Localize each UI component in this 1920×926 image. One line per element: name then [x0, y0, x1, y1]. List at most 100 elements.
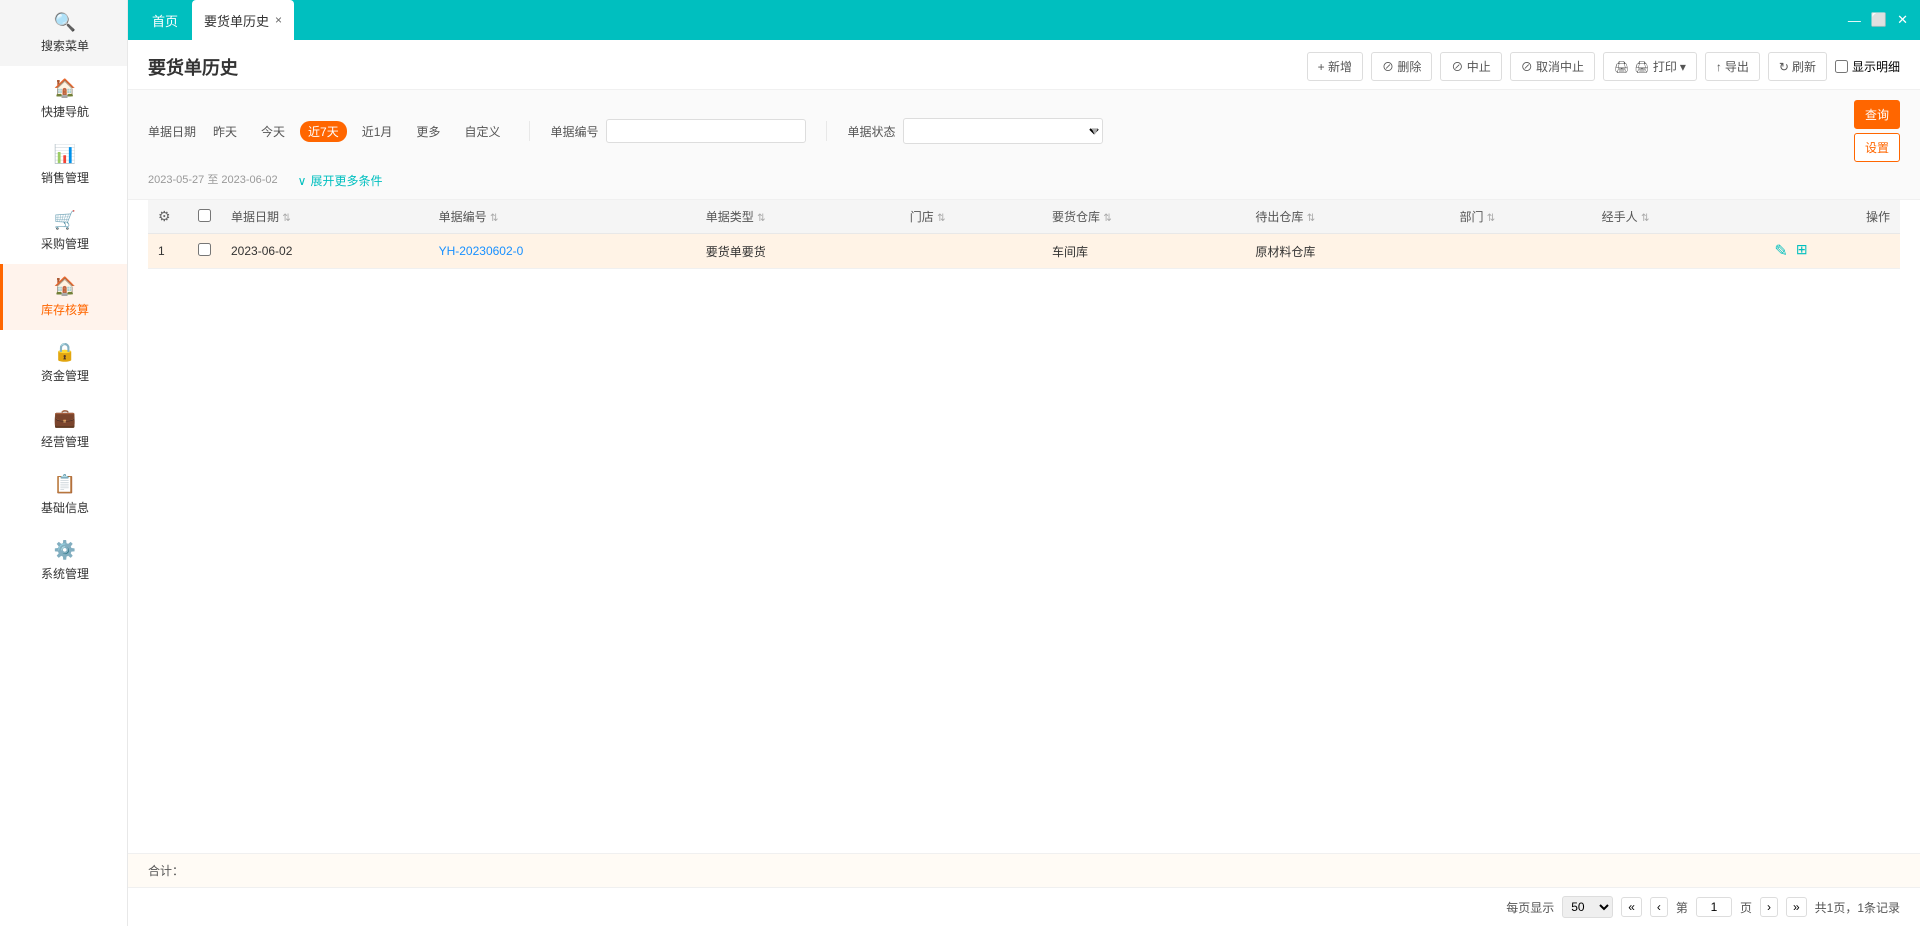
- refresh-label: 刷新: [1792, 58, 1816, 75]
- row-type: 要货单要货: [696, 234, 900, 269]
- col-handler-header[interactable]: 经手人 ⇅: [1592, 200, 1765, 234]
- col-date-sort-icon: ⇅: [282, 213, 290, 224]
- home-icon: 🏠: [54, 78, 76, 99]
- action-icons-group: ✎ ⊞: [1774, 241, 1890, 261]
- sidebar-item-label: 经营管理: [41, 433, 89, 450]
- row-number[interactable]: YH-20230602-0: [429, 234, 696, 269]
- col-type-header[interactable]: 单据类型 ⇅: [696, 200, 900, 234]
- table-header-row: ⚙ 单据日期 ⇅ 单据编号 ⇅: [148, 200, 1900, 234]
- col-pending-warehouse-sort-icon: ⇅: [1307, 213, 1315, 224]
- expand-more-label: 展开更多条件: [310, 172, 382, 189]
- row-department: [1449, 234, 1591, 269]
- sidebar-item-label: 快捷导航: [41, 103, 89, 120]
- filter-area: 单据日期 昨天 今天 近7天 近1月 更多 自定义 单据编号: [128, 90, 1920, 200]
- search-menu-icon: 🔍: [54, 12, 76, 33]
- refresh-button[interactable]: ↻ 刷新: [1768, 52, 1827, 81]
- col-date-label: 单据日期: [231, 210, 279, 224]
- sidebar-item-label: 系统管理: [41, 565, 89, 582]
- window-maximize-icon[interactable]: ⬜: [1871, 12, 1887, 28]
- stop-button[interactable]: ⊘ 中止: [1440, 52, 1501, 81]
- delete-button[interactable]: ⊘ 删除: [1371, 52, 1432, 81]
- date-yesterday-btn[interactable]: 昨天: [204, 120, 246, 143]
- sidebar-item-sales[interactable]: 📊 销售管理: [0, 132, 127, 198]
- date-quick-buttons: 昨天 今天 近7天 近1月 更多 自定义: [204, 120, 509, 143]
- footer-total: 合计：: [128, 853, 1920, 887]
- col-settings-icon[interactable]: ⚙: [158, 208, 171, 224]
- window-close-icon[interactable]: ✕: [1897, 12, 1908, 28]
- row-checkbox-cell[interactable]: [188, 234, 221, 269]
- next-page-button[interactable]: ›: [1760, 897, 1778, 917]
- col-settings-header[interactable]: ⚙: [148, 200, 188, 234]
- doc-number-input[interactable]: [606, 119, 806, 143]
- settings-button[interactable]: 设置: [1854, 133, 1900, 162]
- page-label: 第: [1676, 899, 1688, 916]
- export-button[interactable]: ↑ 导出: [1705, 52, 1760, 81]
- sidebar-item-system[interactable]: ⚙️ 系统管理: [0, 528, 127, 594]
- display-detail-checkbox[interactable]: [1835, 60, 1848, 73]
- date-more-btn[interactable]: 更多: [407, 120, 449, 143]
- refresh-icon: ↻: [1779, 60, 1789, 74]
- date-today-btn[interactable]: 今天: [252, 120, 294, 143]
- sidebar-item-search-menu[interactable]: 🔍 搜索菜单: [0, 0, 127, 66]
- topbar-window-controls: — ⬜ ✕: [1848, 12, 1908, 28]
- sidebar-item-quick-nav[interactable]: 🏠 快捷导航: [0, 66, 127, 132]
- col-req-warehouse-label: 要货仓库: [1052, 210, 1100, 224]
- inventory-icon: 🏠: [54, 276, 76, 297]
- row-req-warehouse: 车间库: [1042, 234, 1245, 269]
- page-size-select[interactable]: 10 20 50 100: [1562, 896, 1613, 918]
- col-date-header[interactable]: 单据日期 ⇅: [221, 200, 429, 234]
- row-number-link[interactable]: YH-20230602-0: [439, 244, 524, 258]
- tab-requisition-history[interactable]: 要货单历史 ×: [192, 0, 294, 40]
- col-store-label: 门店: [910, 210, 934, 224]
- table-row: 1 2023-06-02 YH-20230602-0 要货单要货 车间库 原材料…: [148, 234, 1900, 269]
- tab-home-label: 首页: [152, 11, 178, 30]
- doc-status-select[interactable]: [903, 118, 1103, 144]
- print-dropdown-icon: ▾: [1680, 60, 1686, 74]
- sidebar-item-finance[interactable]: 🔒 资金管理: [0, 330, 127, 396]
- doc-status-filter-group: 单据状态 ▾: [847, 118, 1098, 144]
- col-pending-warehouse-header[interactable]: 待出仓库 ⇅: [1245, 200, 1449, 234]
- content-area: 要货单历史 + 新增 ⊘ 删除 ⊘ 中止 ⊘ 取消中止 🖨 🖨 打印 ▾ ↑ 导…: [128, 40, 1920, 926]
- sidebar-item-operations[interactable]: 💼 经营管理: [0, 396, 127, 462]
- col-store-header[interactable]: 门店 ⇅: [900, 200, 1042, 234]
- row-num: 1: [148, 234, 188, 269]
- expand-more-btn[interactable]: ∨ 展开更多条件: [298, 172, 383, 189]
- col-action-label: 操作: [1866, 210, 1890, 224]
- select-all-checkbox[interactable]: [198, 209, 211, 222]
- query-button[interactable]: 查询: [1854, 100, 1900, 129]
- purchase-icon: 🛒: [54, 210, 76, 231]
- doc-status-filter-label: 单据状态: [847, 123, 895, 140]
- main-area: 首页 要货单历史 × — ⬜ ✕ 要货单历史 + 新增 ⊘ 删除 ⊘ 中止 ⊘ …: [128, 0, 1920, 926]
- sales-icon: 📊: [54, 144, 76, 165]
- window-minimize-icon[interactable]: —: [1848, 13, 1861, 28]
- page-number-input[interactable]: [1696, 897, 1732, 917]
- first-page-button[interactable]: «: [1621, 897, 1642, 917]
- print-button[interactable]: 🖨 🖨 打印 ▾: [1603, 52, 1697, 81]
- last-page-button[interactable]: »: [1786, 897, 1807, 917]
- col-req-warehouse-sort-icon: ⇅: [1103, 213, 1111, 224]
- col-number-header[interactable]: 单据编号 ⇅: [429, 200, 696, 234]
- col-checkbox-header[interactable]: [188, 200, 221, 234]
- row-edit-icon[interactable]: ✎: [1774, 241, 1787, 261]
- col-type-sort-icon: ⇅: [757, 213, 765, 224]
- sidebar-item-purchase[interactable]: 🛒 采购管理: [0, 198, 127, 264]
- add-button[interactable]: + 新增: [1307, 52, 1363, 81]
- row-delete-icon[interactable]: ⊞: [1796, 241, 1808, 261]
- cancel-stop-button[interactable]: ⊘ 取消中止: [1510, 52, 1595, 81]
- page-suffix: 页: [1740, 899, 1752, 916]
- date-last-month-btn[interactable]: 近1月: [353, 120, 402, 143]
- basic-info-icon: 📋: [54, 474, 76, 495]
- col-req-warehouse-header[interactable]: 要货仓库 ⇅: [1042, 200, 1245, 234]
- display-detail-checkbox-label[interactable]: 显示明细: [1835, 58, 1900, 75]
- sidebar-item-basic-info[interactable]: 📋 基础信息: [0, 462, 127, 528]
- date-custom-btn[interactable]: 自定义: [455, 120, 509, 143]
- row-checkbox[interactable]: [198, 243, 211, 256]
- sidebar-item-inventory[interactable]: 🏠 库存核算: [0, 264, 127, 330]
- prev-page-button[interactable]: ‹: [1650, 897, 1668, 917]
- col-handler-label: 经手人: [1602, 210, 1638, 224]
- tab-home[interactable]: 首页: [140, 0, 190, 40]
- date-last7-btn[interactable]: 近7天: [300, 121, 347, 142]
- col-department-header[interactable]: 部门 ⇅: [1449, 200, 1591, 234]
- total-info: 共1页，1条记录: [1815, 899, 1900, 916]
- tab-close-icon[interactable]: ×: [275, 13, 282, 27]
